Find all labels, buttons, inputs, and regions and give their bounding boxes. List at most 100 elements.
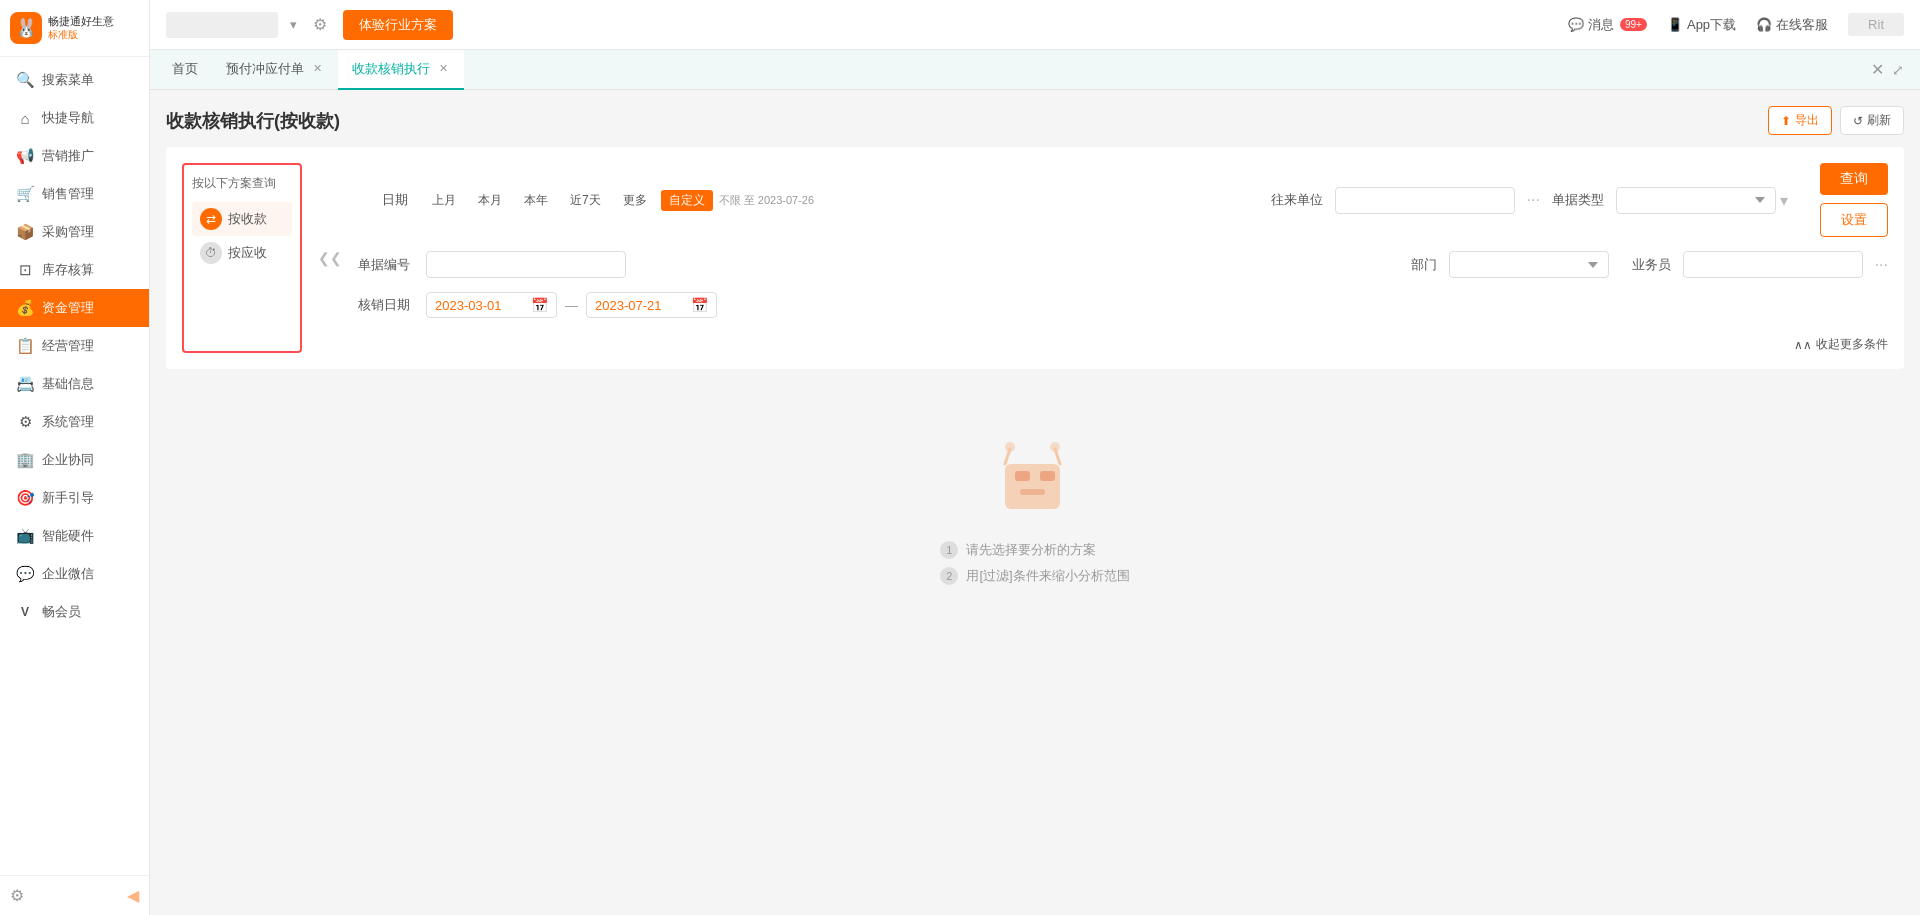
message-badge: 99+: [1620, 18, 1647, 31]
filter-row-2: 单据编号 部门 业务员 ···: [358, 251, 1888, 278]
sidebar-item-sales[interactable]: 🛒 销售管理: [0, 175, 149, 213]
counterparty-label: 往来单位: [1271, 191, 1323, 209]
sidebar-item-search[interactable]: 🔍 搜索菜单: [0, 61, 149, 99]
date-btn-7days[interactable]: 近7天: [562, 190, 609, 211]
message-icon: 💬: [1568, 17, 1584, 32]
sidebar-item-finance[interactable]: 💰 资金管理: [0, 289, 149, 327]
employee-label: 业务员: [1621, 256, 1671, 274]
quick-nav-icon: ⌂: [16, 110, 34, 127]
topbar-settings-icon[interactable]: ⚙: [309, 11, 331, 38]
employee-input[interactable]: [1683, 251, 1863, 278]
hint-text-2: 用[过滤]条件来缩小分析范围: [966, 567, 1129, 585]
topbar-brand: [166, 12, 278, 38]
date-btn-last-month[interactable]: 上月: [424, 190, 464, 211]
sidebar-item-purchase[interactable]: 📦 采购管理: [0, 213, 149, 251]
sidebar-item-wechat[interactable]: 💬 企业微信: [0, 555, 149, 593]
doc-no-label: 单据编号: [358, 256, 410, 274]
sidebar-item-marketing[interactable]: 📢 营销推广: [0, 137, 149, 175]
service-btn[interactable]: 🎧 在线客服: [1756, 16, 1828, 34]
doc-type-more-icon[interactable]: ▾: [1780, 191, 1788, 210]
tab-home-label: 首页: [172, 60, 198, 78]
date-btn-custom[interactable]: 自定义: [661, 190, 713, 211]
system-icon: ⚙: [16, 413, 34, 431]
counterparty-input[interactable]: [1335, 187, 1515, 214]
filter-row-1: 日期 上月 本月 本年 近7天 更多 自定义 不限 至 2023-07-26 往…: [358, 163, 1888, 237]
tab-prepay[interactable]: 预付冲应付单 ✕: [212, 50, 338, 90]
filter-panel: 按以下方案查询 ⇄ 按收款 ⏱ 按应收 ❮❮ 日期 上月: [166, 147, 1904, 369]
filter-collapse-btn[interactable]: ❮❮: [314, 163, 346, 353]
tab-writeoff-close-icon[interactable]: ✕: [436, 62, 450, 76]
sidebar-item-basic[interactable]: 📇 基础信息: [0, 365, 149, 403]
empty-state: 1 请先选择要分析的方案 2 用[过滤]条件来缩小分析范围: [166, 369, 1904, 625]
user-avatar[interactable]: Rit: [1848, 13, 1904, 36]
sidebar-item-purchase-label: 采购管理: [42, 223, 94, 241]
export-btn[interactable]: ⬆ 导出: [1768, 106, 1832, 135]
tab-bar-actions: ✕ ⤢: [1871, 60, 1912, 79]
receipt-option-icon: ⇄: [200, 208, 222, 230]
page-title: 收款核销执行(按收款): [166, 109, 340, 133]
tab-home[interactable]: 首页: [158, 50, 212, 90]
calendar-start-icon[interactable]: 📅: [531, 297, 548, 313]
export-icon: ⬆: [1781, 114, 1791, 128]
writeoff-date-start-wrapper: 📅: [426, 292, 557, 318]
date-btn-this-year[interactable]: 本年: [516, 190, 556, 211]
tab-expand-icon[interactable]: ⤢: [1892, 62, 1904, 78]
query-btn[interactable]: 查询: [1820, 163, 1888, 195]
writeoff-date-end-input[interactable]: [595, 298, 685, 313]
refresh-btn[interactable]: ↺ 刷新: [1840, 106, 1904, 135]
sidebar-item-guide[interactable]: 🎯 新手引导: [0, 479, 149, 517]
sidebar-item-hardware[interactable]: 📺 智能硬件: [0, 517, 149, 555]
app-icon: 📱: [1667, 17, 1683, 32]
page-header: 收款核销执行(按收款) ⬆ 导出 ↺ 刷新: [166, 106, 1904, 135]
writeoff-date-start-input[interactable]: [435, 298, 525, 313]
sidebar-item-inventory[interactable]: ⊡ 库存核算: [0, 251, 149, 289]
sidebar-item-hardware-label: 智能硬件: [42, 527, 94, 545]
tab-close-all-icon[interactable]: ✕: [1871, 60, 1884, 79]
tab-writeoff[interactable]: 收款核销执行 ✕: [338, 50, 464, 90]
calendar-end-icon[interactable]: 📅: [691, 297, 708, 313]
svg-point-6: [1005, 442, 1015, 452]
message-label: 消息: [1588, 16, 1614, 34]
sidebar-item-system-label: 系统管理: [42, 413, 94, 431]
message-btn[interactable]: 💬 消息 99+: [1568, 16, 1647, 34]
filter-by-receipt[interactable]: ⇄ 按收款: [192, 202, 292, 236]
topbar-right: 💬 消息 99+ 📱 App下载 🎧 在线客服 Rit: [1568, 13, 1904, 36]
filter-title: 按以下方案查询: [192, 175, 292, 192]
sidebar-item-basic-label: 基础信息: [42, 375, 94, 393]
employee-more-icon[interactable]: ···: [1875, 256, 1888, 274]
sidebar-bottom: ⚙ ◀: [0, 875, 149, 915]
counterparty-more-icon[interactable]: ···: [1527, 191, 1540, 209]
tab-writeoff-label: 收款核销执行: [352, 60, 430, 78]
wechat-icon: 💬: [16, 565, 34, 583]
sidebar-item-enterprise[interactable]: 🏢 企业协同: [0, 441, 149, 479]
hint-num-2: 2: [940, 567, 958, 585]
filter-row-3: 核销日期 📅 — 📅: [358, 292, 1888, 318]
sidebar-item-system[interactable]: ⚙ 系统管理: [0, 403, 149, 441]
svg-point-7: [1050, 442, 1060, 452]
tab-prepay-close-icon[interactable]: ✕: [310, 62, 324, 76]
dept-select[interactable]: [1449, 251, 1609, 278]
sidebar-item-member[interactable]: V 畅会员: [0, 593, 149, 631]
filter-by-receivable[interactable]: ⏱ 按应收: [192, 236, 292, 270]
writeoff-date-end-wrapper: 📅: [586, 292, 717, 318]
sidebar-item-finance-label: 资金管理: [42, 299, 94, 317]
doc-no-input[interactable]: [426, 251, 626, 278]
app-download-btn[interactable]: 📱 App下载: [1667, 16, 1736, 34]
sidebar-collapse-icon[interactable]: ◀: [127, 886, 139, 905]
sidebar-item-operations[interactable]: 📋 经营管理: [0, 327, 149, 365]
sidebar-item-quick-nav[interactable]: ⌂ 快捷导航: [0, 99, 149, 137]
svg-rect-0: [1005, 464, 1060, 509]
empty-hint-2: 2 用[过滤]条件来缩小分析范围: [940, 567, 1129, 585]
date-btn-this-month[interactable]: 本月: [470, 190, 510, 211]
topbar-dropdown-icon[interactable]: ▾: [290, 17, 297, 32]
date-btn-more[interactable]: 更多: [615, 190, 655, 211]
logo-text: 畅捷通好生意: [48, 14, 114, 28]
industry-btn[interactable]: 体验行业方案: [343, 10, 453, 40]
hint-num-1: 1: [940, 541, 958, 559]
date-hint: 不限 至 2023-07-26: [719, 193, 814, 208]
setting-btn[interactable]: 设置: [1820, 203, 1888, 237]
doc-type-select[interactable]: [1616, 187, 1776, 214]
sidebar-settings-icon[interactable]: ⚙: [10, 886, 24, 905]
guide-icon: 🎯: [16, 489, 34, 507]
collapse-more-btn[interactable]: ∧∧ 收起更多条件: [358, 336, 1888, 353]
